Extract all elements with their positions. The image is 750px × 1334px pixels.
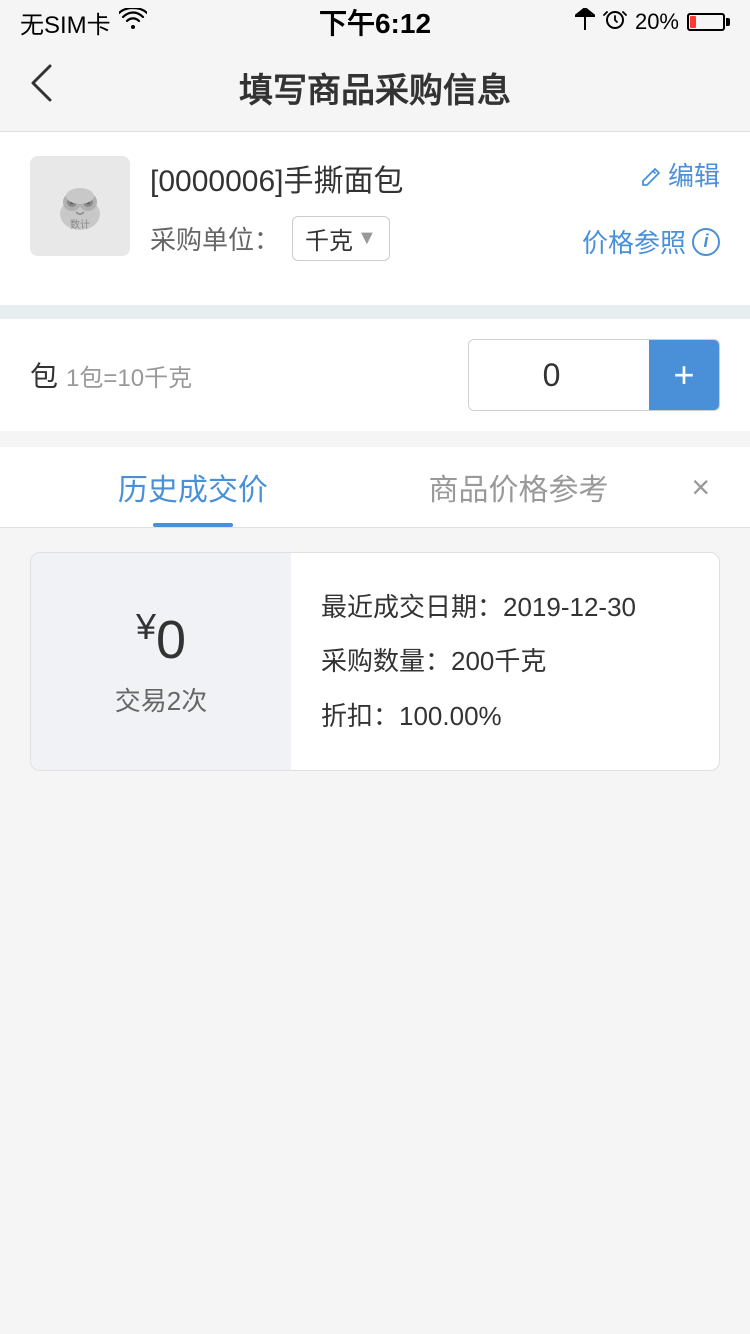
purchase-quantity-row: 采购数量：200千克 (321, 643, 689, 679)
unit-label: 采购单位： (150, 220, 280, 257)
price-ref-button[interactable]: 价格参照 i (582, 223, 720, 260)
alarm-icon (603, 7, 627, 37)
info-icon: i (692, 228, 720, 256)
recent-date-row: 最近成交日期：2019-12-30 (321, 589, 689, 625)
tabs-container: 历史成交价 商品价格参考 × (0, 447, 750, 528)
discount-label: 折扣： (321, 701, 399, 731)
quantity-plus-button[interactable]: + (649, 340, 719, 410)
price-ref-label: 价格参照 (582, 223, 686, 260)
recent-date-value: 2019-12-30 (503, 592, 636, 622)
unit-hint: 1包=10千克 (66, 358, 192, 393)
history-price: ¥0 (136, 606, 186, 671)
tab-history-label: 历史成交价 (118, 465, 268, 509)
quantity-label: 包 1包=10千克 (30, 355, 192, 395)
back-button[interactable] (30, 64, 52, 111)
quantity-value: 200千克 (451, 646, 546, 676)
product-info: [0000006]手撕面包 采购单位： 千克 ▼ (150, 156, 403, 261)
tabs-close-button[interactable]: × (681, 459, 720, 516)
tab-history-price[interactable]: 历史成交价 (30, 447, 356, 527)
history-section: ¥0 交易2次 最近成交日期：2019-12-30 采购数量：200千克 折扣：… (0, 528, 750, 795)
battery-icon (687, 13, 730, 31)
status-right: 20% (575, 7, 730, 37)
quantity-input[interactable] (469, 340, 649, 410)
time-display: 下午6:12 (319, 2, 431, 42)
main-content: 历史成交价 商品价格参考 × ¥0 交易2次 最近成交日期：2019-12-30 (0, 447, 750, 1247)
edit-button[interactable]: 编辑 (640, 156, 720, 193)
product-name: [0000006]手撕面包 (150, 156, 403, 200)
network-label: 无SIM卡 (20, 5, 111, 40)
battery-percent: 20% (635, 9, 679, 35)
svg-text:数计: 数计 (70, 218, 90, 231)
wifi-icon (119, 8, 147, 37)
product-card: 数计 [0000006]手撕面包 采购单位： 千克 ▼ (0, 132, 750, 305)
nav-bar: 填写商品采购信息 (0, 44, 750, 132)
unit-value: 千克 (305, 221, 353, 256)
unit-name: 包 (30, 355, 58, 395)
discount-row: 折扣：100.00% (321, 698, 689, 734)
close-icon: × (691, 469, 710, 505)
tab-price-ref[interactable]: 商品价格参考 (356, 447, 682, 527)
dropdown-arrow-icon: ▼ (357, 227, 377, 250)
history-details: 最近成交日期：2019-12-30 采购数量：200千克 折扣：100.00% (291, 553, 719, 770)
tab-price-ref-label: 商品价格参考 (428, 465, 608, 509)
page-title: 填写商品采购信息 (239, 63, 511, 112)
price-value: 0 (156, 610, 186, 670)
status-bar: 无SIM卡 下午6:12 20% (0, 0, 750, 44)
status-left: 无SIM卡 (20, 5, 147, 40)
recent-date-label: 最近成交日期： (321, 592, 503, 622)
quantity-label-text: 采购数量： (321, 646, 451, 676)
section-divider (0, 305, 750, 319)
history-count: 交易2次 (115, 681, 207, 718)
history-card: ¥0 交易2次 最近成交日期：2019-12-30 采购数量：200千克 折扣：… (30, 552, 720, 771)
quantity-row: 包 1包=10千克 + (0, 319, 750, 431)
tab-underline (153, 523, 233, 527)
product-thumbnail: 数计 (30, 156, 130, 256)
currency-symbol: ¥ (136, 606, 156, 647)
product-actions: 编辑 价格参照 i (582, 156, 720, 260)
unit-select[interactable]: 千克 ▼ (292, 216, 390, 261)
quantity-input-group: + (468, 339, 720, 411)
discount-value: 100.00% (399, 701, 502, 731)
edit-label: 编辑 (668, 156, 720, 193)
tabs-row: 历史成交价 商品价格参考 (30, 447, 681, 527)
location-icon (575, 8, 595, 36)
history-price-block: ¥0 交易2次 (31, 553, 291, 770)
